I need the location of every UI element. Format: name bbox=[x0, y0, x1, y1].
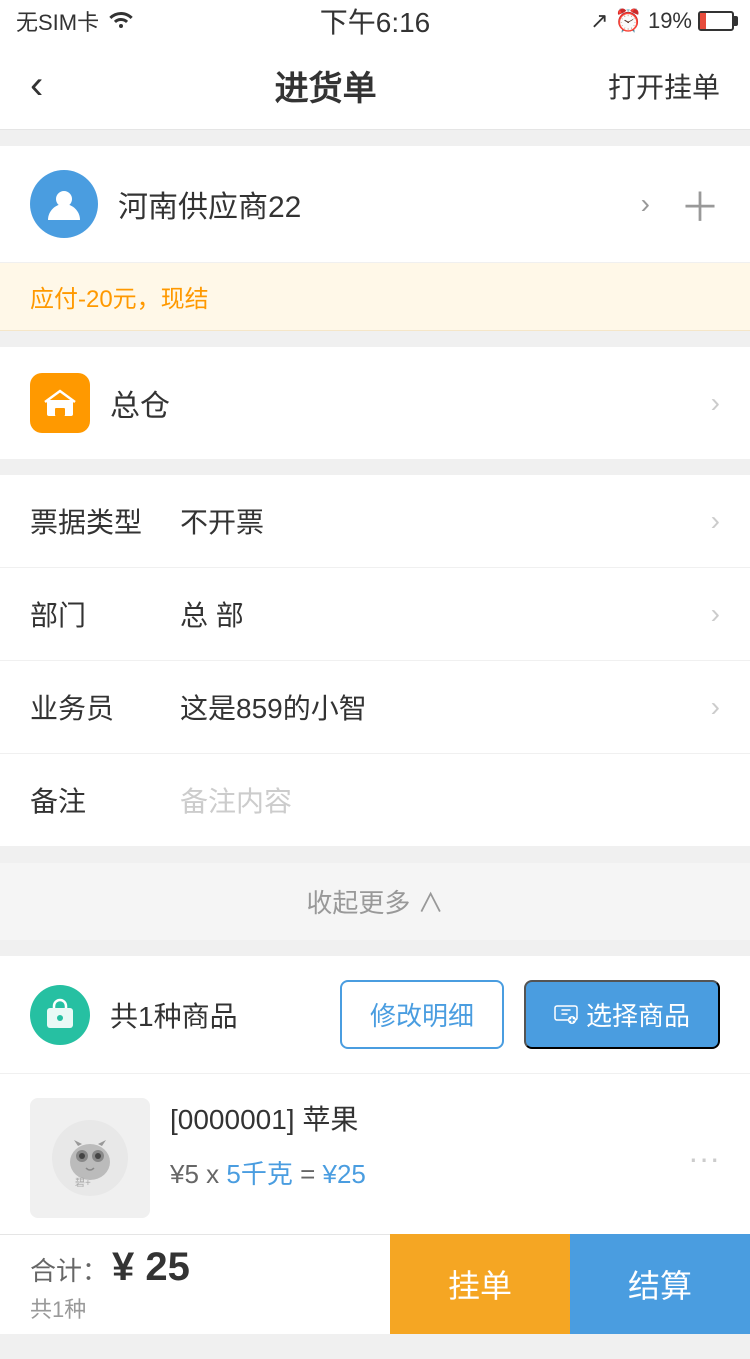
invoice-type-label: 票据类型 bbox=[30, 501, 160, 541]
notice-text: 应付-20元，现结 bbox=[30, 286, 209, 313]
total-count: 共1种 bbox=[30, 1292, 360, 1324]
collapse-toggle[interactable]: 收起更多 ∧ bbox=[0, 863, 750, 940]
invoice-type-value: 不开票 bbox=[160, 501, 711, 541]
remark-row[interactable]: 备注 备注内容 bbox=[0, 754, 750, 847]
location-icon: ↗ bbox=[590, 8, 608, 34]
product-price: ¥5 x 5千克 = ¥25 bbox=[170, 1154, 688, 1191]
checkout-label: 结算 bbox=[628, 1261, 692, 1307]
product-header: 共1种商品 修改明细 选择商品 bbox=[0, 956, 750, 1074]
no-sim-label: 无SIM卡 bbox=[16, 5, 99, 37]
invoice-type-arrow-icon: › bbox=[711, 505, 720, 537]
add-supplier-button[interactable]: ＋ bbox=[680, 175, 720, 233]
warehouse-section: 总仓 › bbox=[0, 347, 750, 459]
status-bar-time: 下午6:16 bbox=[320, 1, 431, 41]
product-title: 苹果 bbox=[302, 1104, 358, 1135]
hang-label: 挂单 bbox=[448, 1261, 512, 1307]
product-thumbnail: 碧+ bbox=[30, 1098, 150, 1218]
department-value: 总 部 bbox=[160, 594, 711, 634]
status-bar-right: ↗ ⏰ 19% bbox=[590, 8, 734, 34]
supplier-row[interactable]: 河南供应商22 › ＋ bbox=[0, 146, 750, 263]
hang-button[interactable]: 挂单 bbox=[390, 1234, 570, 1334]
total-label: 合计： bbox=[30, 1251, 108, 1288]
warehouse-label: 总仓 bbox=[110, 381, 711, 425]
department-row[interactable]: 部门 总 部 › bbox=[0, 568, 750, 661]
product-total: ¥25 bbox=[323, 1159, 366, 1189]
select-product-button[interactable]: 选择商品 bbox=[524, 980, 720, 1049]
wifi-icon bbox=[107, 7, 135, 35]
remark-value: 备注内容 bbox=[160, 780, 720, 820]
total-amount: ¥ 25 bbox=[112, 1245, 190, 1290]
salesperson-label: 业务员 bbox=[30, 687, 160, 727]
product-count-label: 共1种商品 bbox=[110, 995, 320, 1035]
svg-text:碧+: 碧+ bbox=[75, 1177, 91, 1189]
supplier-name: 河南供应商22 bbox=[118, 182, 641, 226]
product-info: [0000001] 苹果 ¥5 x 5千克 = ¥25 bbox=[170, 1098, 688, 1191]
product-code: [0000001] bbox=[170, 1104, 295, 1135]
salesperson-row[interactable]: 业务员 这是859的小智 › bbox=[0, 661, 750, 754]
supplier-section: 河南供应商22 › ＋ 应付-20元，现结 bbox=[0, 146, 750, 331]
warehouse-arrow-icon: › bbox=[711, 387, 720, 419]
invoice-type-row[interactable]: 票据类型 不开票 › bbox=[0, 475, 750, 568]
salesperson-value: 这是859的小智 bbox=[160, 687, 711, 727]
warehouse-row[interactable]: 总仓 › bbox=[0, 347, 750, 459]
alarm-icon: ⏰ bbox=[615, 8, 642, 34]
separator-2 bbox=[0, 940, 750, 956]
status-bar: 无SIM卡 下午6:16 ↗ ⏰ 19% bbox=[0, 0, 750, 42]
remark-label: 备注 bbox=[30, 780, 160, 820]
supplier-arrow-icon: › bbox=[641, 188, 650, 220]
bottom-bar: 合计： ¥ 25 共1种 挂单 结算 bbox=[0, 1234, 750, 1334]
product-header-icon bbox=[30, 985, 90, 1045]
collapse-label: 收起更多 ∧ bbox=[306, 888, 443, 918]
checkout-button[interactable]: 结算 bbox=[570, 1234, 750, 1334]
battery-icon bbox=[698, 11, 734, 31]
bottom-total: 合计： ¥ 25 共1种 bbox=[0, 1234, 390, 1334]
supplier-avatar bbox=[30, 170, 98, 238]
battery-label: 19% bbox=[648, 8, 692, 34]
back-button[interactable]: ‹ bbox=[30, 63, 43, 108]
product-name: [0000001] 苹果 bbox=[170, 1098, 688, 1138]
notice-bar: 应付-20元，现结 bbox=[0, 263, 750, 331]
product-item: 碧+ [0000001] 苹果 ¥5 x 5千克 = ¥25 ··· bbox=[0, 1074, 750, 1243]
edit-detail-button[interactable]: 修改明细 bbox=[340, 980, 504, 1049]
product-section: 共1种商品 修改明细 选择商品 bbox=[0, 956, 750, 1243]
department-arrow-icon: › bbox=[711, 598, 720, 630]
product-unit-price: ¥5 bbox=[170, 1159, 199, 1189]
status-bar-left: 无SIM卡 bbox=[16, 5, 135, 37]
product-quantity: 5千克 bbox=[226, 1159, 292, 1189]
salesperson-arrow-icon: › bbox=[711, 691, 720, 723]
separator-1 bbox=[0, 130, 750, 146]
page-title: 进货单 bbox=[275, 61, 377, 110]
department-label: 部门 bbox=[30, 594, 160, 634]
nav-bar: ‹ 进货单 打开挂单 bbox=[0, 42, 750, 130]
product-more-button[interactable]: ··· bbox=[688, 1140, 720, 1177]
form-section: 票据类型 不开票 › 部门 总 部 › 业务员 这是859的小智 › 备注 备注… bbox=[0, 475, 750, 847]
warehouse-icon bbox=[30, 373, 90, 433]
select-product-label: 选择商品 bbox=[586, 996, 690, 1033]
open-hang-button[interactable]: 打开挂单 bbox=[608, 66, 720, 106]
